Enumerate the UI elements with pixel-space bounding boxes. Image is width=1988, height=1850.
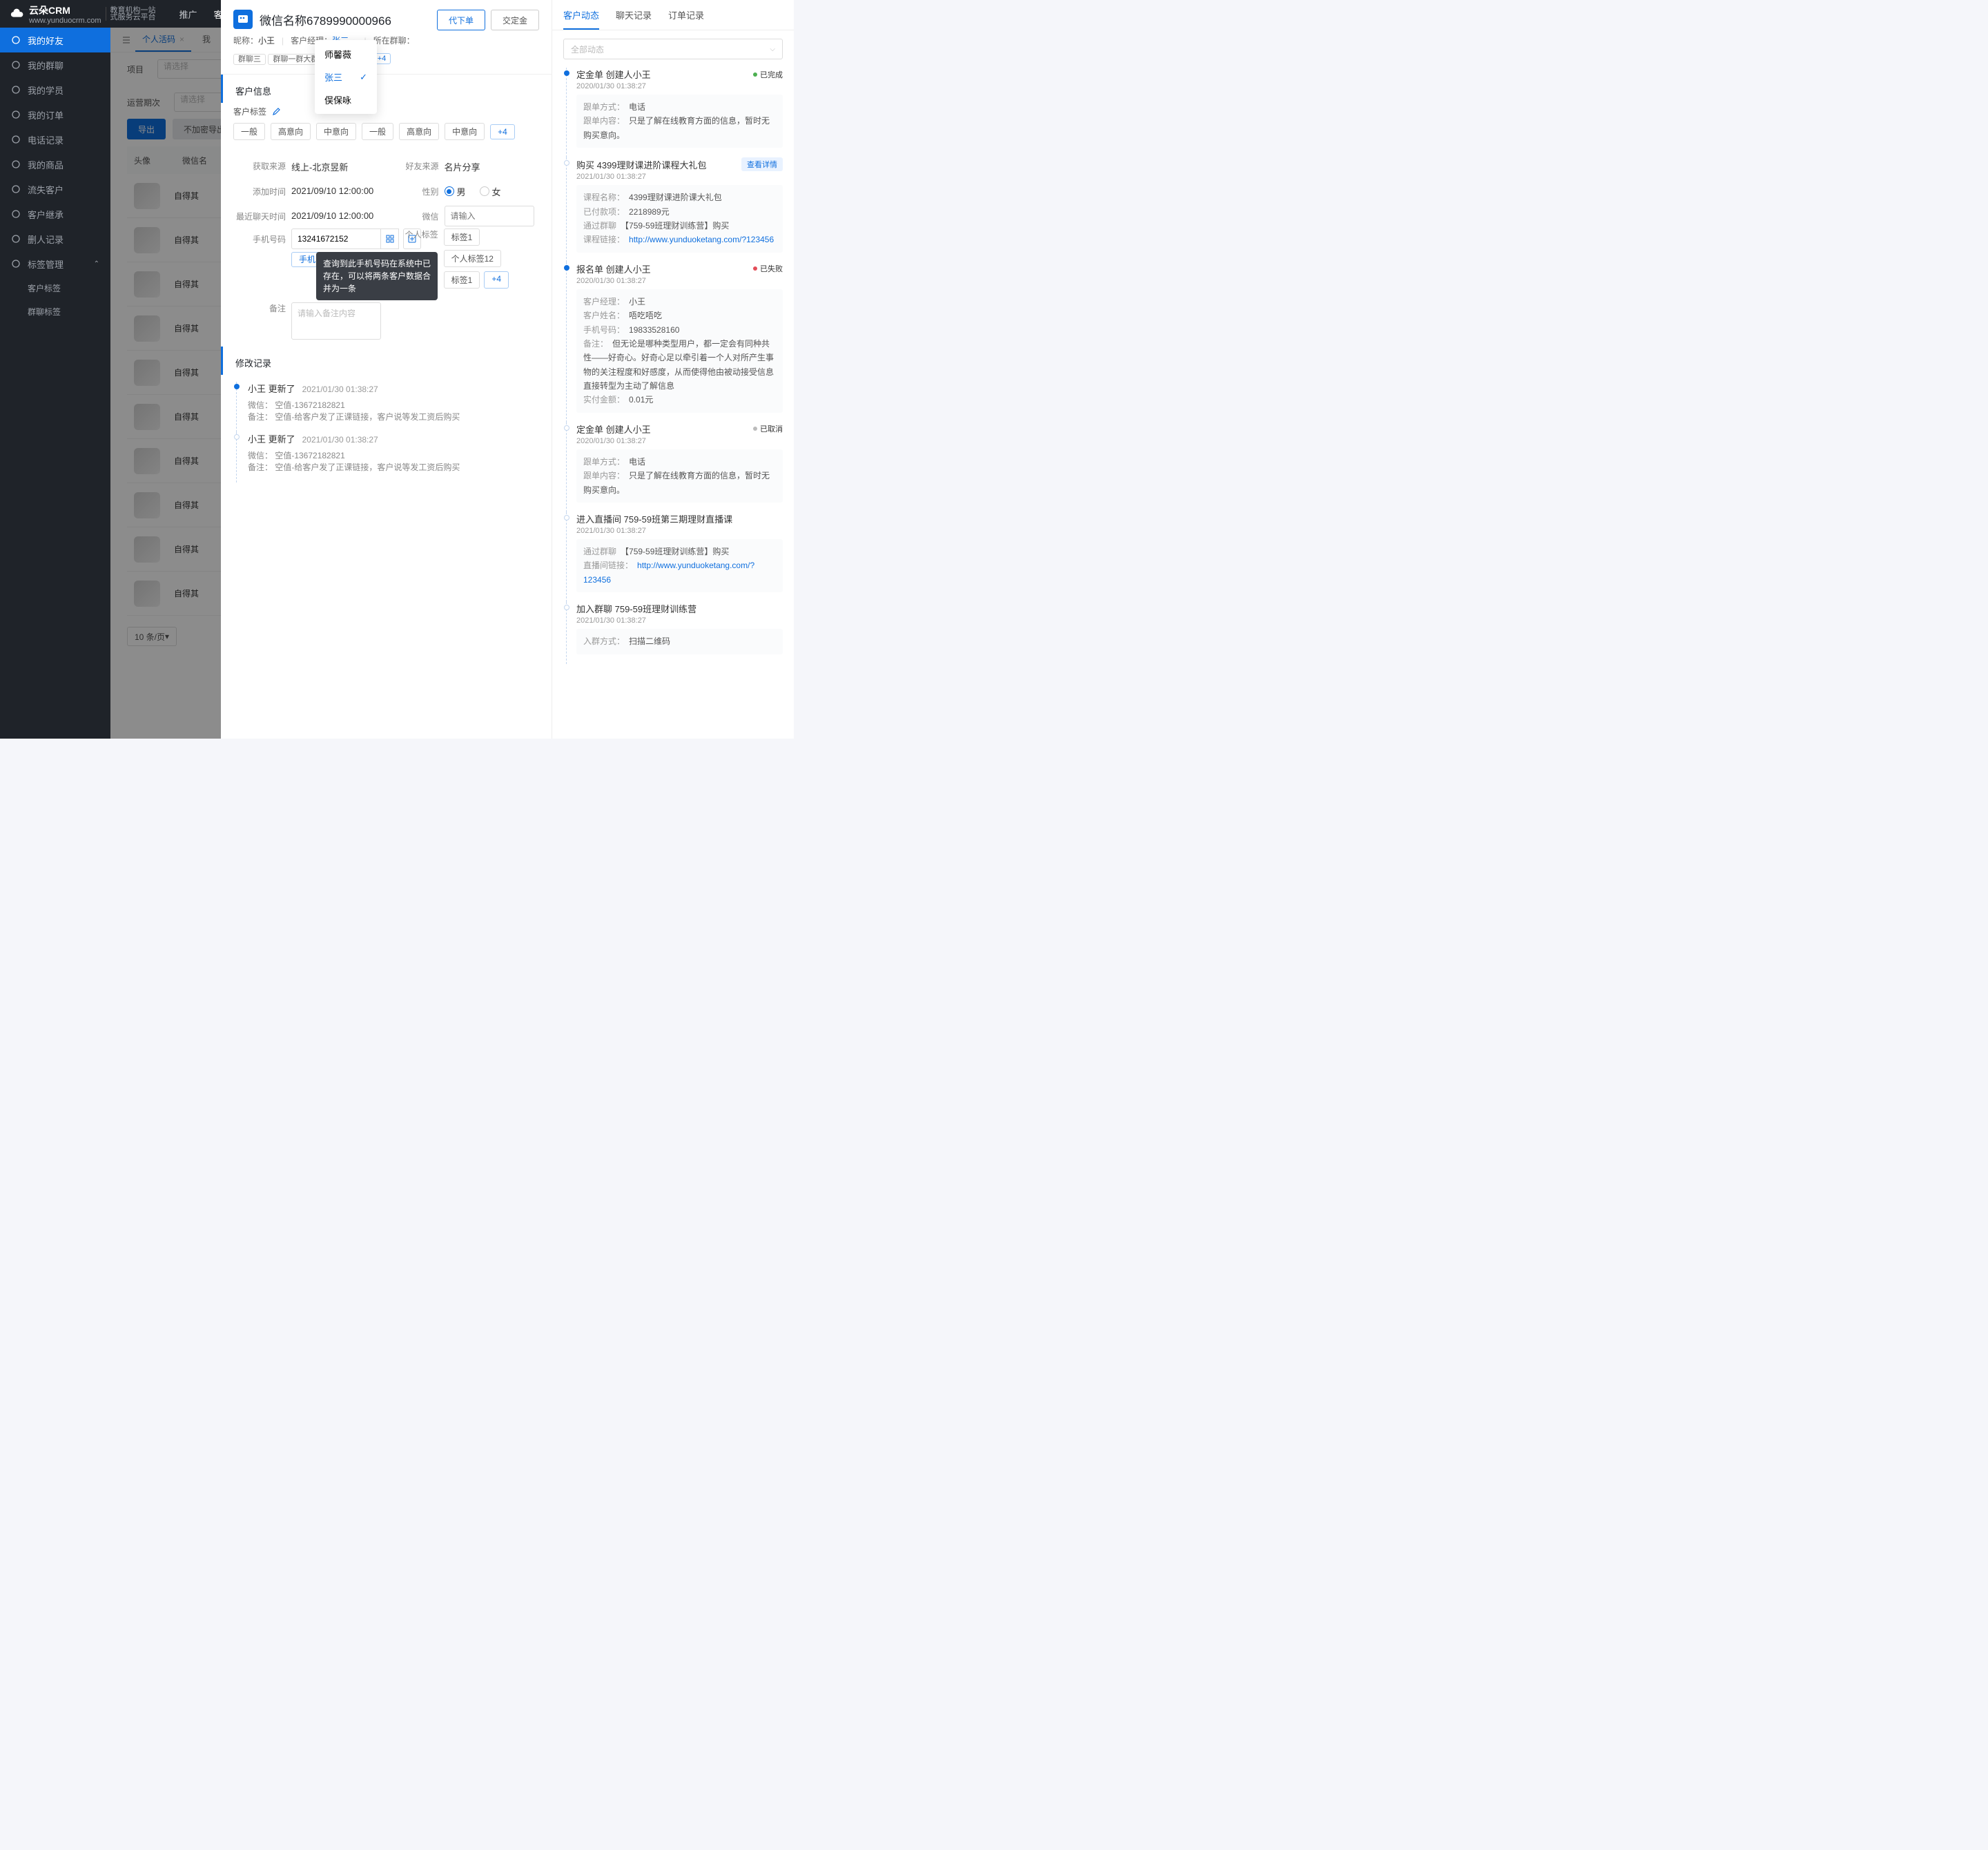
dd-option[interactable]: 俣保咏 — [315, 88, 377, 111]
sidebar-item[interactable]: 我的商品 — [0, 152, 110, 177]
right-tab[interactable]: 客户动态 — [563, 8, 599, 30]
timeline-item: 进入直播间 759-59班第三期理财直播课2021/01/30 01:38:27… — [566, 512, 783, 602]
customer-tag: 中意向 — [445, 123, 485, 140]
menu-icon — [11, 35, 21, 45]
sidebar-sub[interactable]: 群聊标签 — [0, 300, 110, 323]
update-item: 小王 更新了2021/01/30 01:38:27微信： 空值-13672182… — [236, 432, 539, 483]
timeline-item: 定金单 创建人小王已完成2020/01/30 01:38:27跟单方式：电话跟单… — [566, 68, 783, 157]
sidebar-item[interactable]: 标签管理⌃ — [0, 251, 110, 276]
radio-male[interactable]: 男 — [445, 185, 466, 198]
nav-推广[interactable]: 推广 — [179, 8, 197, 21]
ptag: 标签1 — [444, 271, 480, 289]
dd-option[interactable]: 张三✓ — [315, 66, 377, 88]
radio-female[interactable]: 女 — [480, 185, 501, 198]
menu-icon — [11, 159, 21, 169]
right-tab[interactable]: 聊天记录 — [616, 8, 652, 30]
remark-input[interactable]: 请输入备注内容 — [291, 302, 381, 340]
ptag-more[interactable]: +4 — [484, 271, 509, 289]
section-updates: 修改记录 — [221, 347, 552, 375]
menu-icon — [11, 110, 21, 119]
wechat-icon — [233, 10, 253, 29]
menu-icon — [11, 209, 21, 219]
customer-tag: 高意向 — [271, 123, 311, 140]
right-tab[interactable]: 订单记录 — [668, 8, 704, 30]
sidebar-item[interactable]: 我的群聊 — [0, 52, 110, 77]
menu-icon — [11, 85, 21, 95]
timeline-item: 定金单 创建人小王已取消2020/01/30 01:38:27跟单方式：电话跟单… — [566, 422, 783, 512]
drawer-title: 微信名称6789990000966 — [260, 11, 391, 28]
menu-icon — [11, 259, 21, 269]
customer-tag: 一般 — [362, 123, 393, 140]
logo: 云朵CRM www.yunduocrm.com 教育机构一站 式服务云平台 — [0, 3, 166, 24]
sidebar-item[interactable]: 删人记录 — [0, 226, 110, 251]
deposit-button[interactable]: 交定金 — [491, 10, 539, 30]
timeline-item: 加入群聊 759-59班理财训练营2021/01/30 01:38:27入群方式… — [566, 602, 783, 663]
menu-icon — [11, 60, 21, 70]
menu-icon — [11, 135, 21, 144]
tag-more[interactable]: +4 — [490, 124, 515, 139]
ptag: 标签1 — [444, 228, 480, 246]
sidebar: 我的好友我的群聊我的学员我的订单电话记录我的商品流失客户客户继承删人记录标签管理… — [0, 28, 110, 739]
view-detail[interactable]: 查看详情 — [741, 157, 783, 171]
ptag: 个人标签12 — [444, 250, 501, 267]
sidebar-item[interactable]: 我的学员 — [0, 77, 110, 102]
customer-tag: 中意向 — [316, 123, 356, 140]
timeline-item: 报名单 创建人小王已失败2020/01/30 01:38:27客户经理：小王客户… — [566, 262, 783, 422]
sidebar-item[interactable]: 我的订单 — [0, 102, 110, 127]
phone-input[interactable] — [291, 228, 381, 249]
sidebar-item[interactable]: 我的好友 — [0, 28, 110, 52]
dd-option[interactable]: 师馨薇 — [315, 43, 377, 66]
menu-icon — [11, 184, 21, 194]
group-chip: 群聊三 — [233, 54, 266, 65]
edit-icon[interactable] — [272, 107, 281, 116]
manager-dropdown: 师馨薇张三✓俣保咏 — [315, 40, 377, 114]
menu-icon — [11, 234, 21, 244]
dynamic-filter[interactable]: 全部动态⌵ — [563, 39, 783, 59]
section-customer-info: 客户信息 — [221, 75, 552, 103]
sidebar-item[interactable]: 电话记录 — [0, 127, 110, 152]
customer-tag: 一般 — [233, 123, 265, 140]
sidebar-sub[interactable]: 客户标签 — [0, 276, 110, 300]
sidebar-item[interactable]: 客户继承 — [0, 202, 110, 226]
order-button[interactable]: 代下单 — [437, 10, 485, 30]
wechat-input[interactable] — [445, 206, 534, 226]
timeline-item: 购买 4399理财课进阶课程大礼包查看详情2021/01/30 01:38:27… — [566, 157, 783, 262]
sidebar-item[interactable]: 流失客户 — [0, 177, 110, 202]
customer-tag: 高意向 — [399, 123, 439, 140]
tag-label: 客户标签 — [233, 106, 266, 117]
phone-tooltip: 查询到此手机号码在系统中已存在，可以将两条客户数据合并为一条 — [316, 252, 438, 300]
update-item: 小王 更新了2021/01/30 01:38:27微信： 空值-13672182… — [236, 382, 539, 432]
drawer: 微信名称6789990000966 昵称：小王 | 客户经理：张三 ▲ | 所在… — [221, 0, 794, 739]
